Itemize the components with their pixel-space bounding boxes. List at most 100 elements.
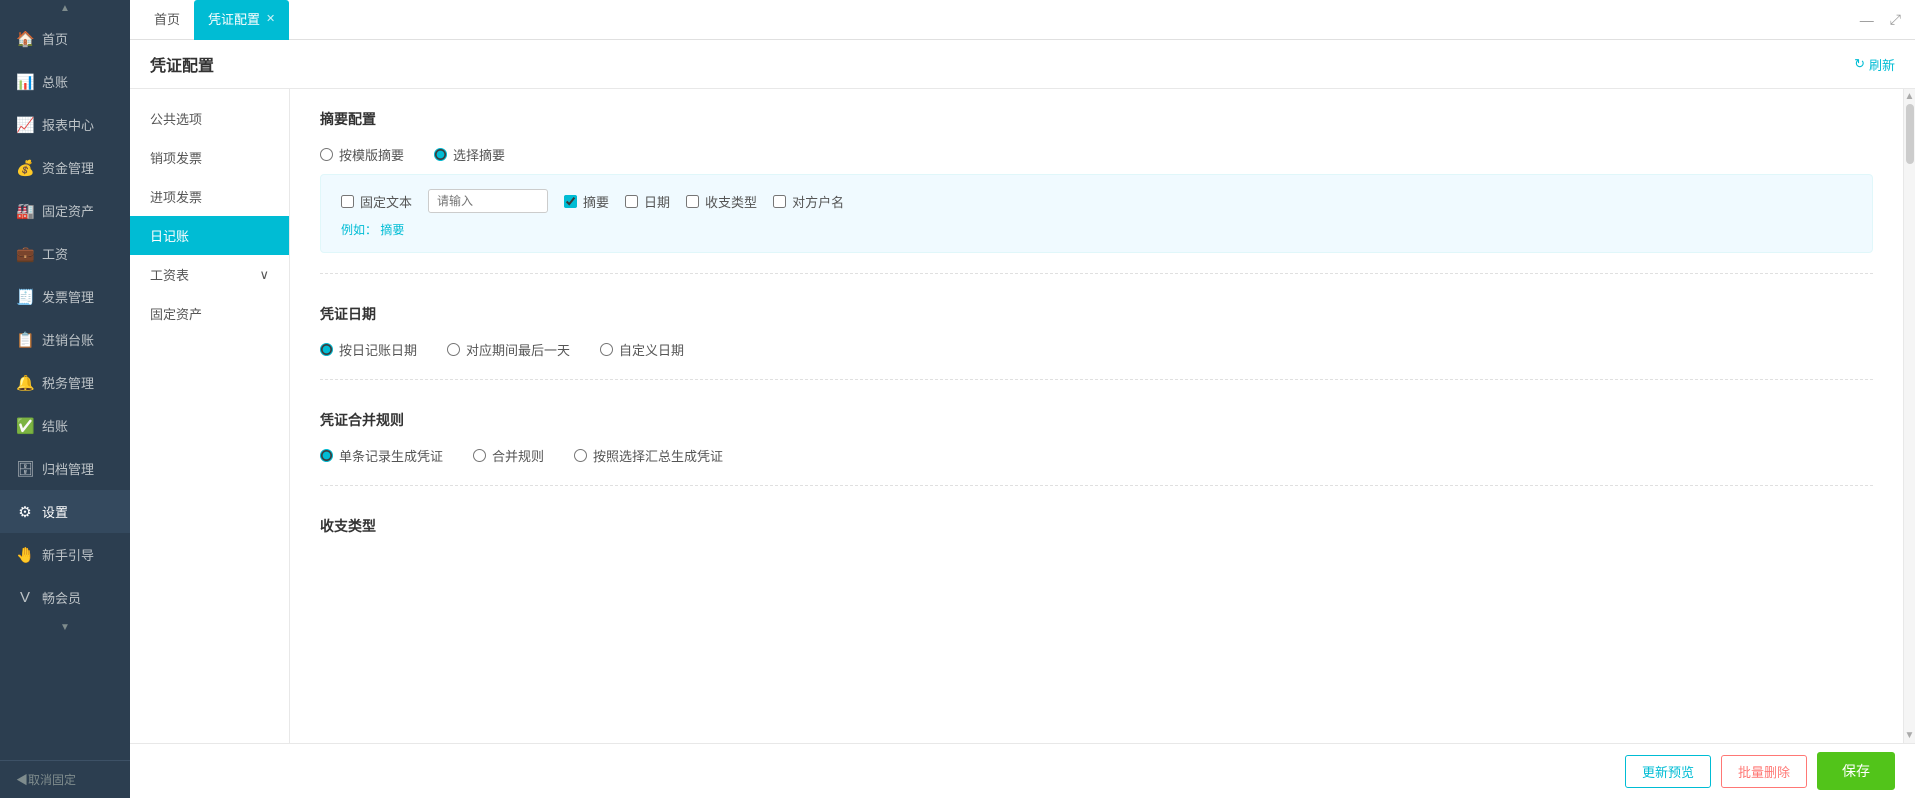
left-nav-purchase-label: 进项发票 [150,187,202,206]
sidebar-item-label: 工资 [42,244,68,263]
tab-voucher-config[interactable]: 凭证配置 ✕ [194,0,289,40]
scrollbar-thumb[interactable] [1906,104,1914,164]
single-record-radio[interactable] [320,449,333,462]
template-summary-radio[interactable] [320,148,333,161]
sidebar-item-member[interactable]: V 畅会员 [0,576,130,619]
sidebar: ▲ 🏠 首页 📊 总账 📈 报表中心 💰 资金管理 🏭 固定资产 💼 工资 🧾 … [0,0,130,798]
tab-bar: 首页 凭证配置 ✕ — ⤢ [130,0,1915,40]
summary-radio-group: 按模版摘要 选择摘要 [320,145,1873,164]
scroll-down-btn[interactable]: ▼ [1904,730,1915,743]
refresh-label: 刷新 [1869,55,1895,74]
assets-icon: 🏭 [16,202,34,220]
example-value: 摘要 [380,223,404,237]
merge-rule-radio[interactable] [473,449,486,462]
custom-date-radio[interactable] [600,343,613,356]
sidebar-scroll-down[interactable]: ▼ [0,619,130,636]
voucher-date-radio-group: 按日记账日期 对应期间最后一天 自定义日期 [320,340,1873,359]
sidebar-item-tax[interactable]: 🔔 税务管理 [0,361,130,404]
sidebar-item-label: 固定资产 [42,201,94,220]
income-type-checkbox-option[interactable]: 收支类型 [686,192,757,211]
sidebar-item-invoice-mgmt[interactable]: 🧾 发票管理 [0,275,130,318]
select-summary-radio[interactable] [434,148,447,161]
fixed-text-input[interactable] [428,189,548,213]
counterpart-checkbox-option[interactable]: 对方户名 [773,192,844,211]
income-type-title: 收支类型 [320,516,1873,536]
bottom-bar: 更新预览 批量删除 保存 [130,743,1915,798]
archive-icon: 🗄 [16,460,34,478]
ledger-icon: 📊 [16,73,34,91]
left-nav-sales-invoice[interactable]: 销项发票 [130,138,289,177]
summary-example: 例如： 摘要 [341,221,1852,238]
custom-date-option[interactable]: 自定义日期 [600,340,684,359]
tab-close-icon[interactable]: ✕ [266,12,275,25]
sidebar-item-ledger[interactable]: 📊 总账 [0,60,130,103]
select-merge-label: 按照选择汇总生成凭证 [593,446,723,465]
fixed-text-checkbox[interactable] [341,195,354,208]
summary-checkbox-option[interactable]: 摘要 [564,192,609,211]
sidebar-item-salary[interactable]: 💼 工资 [0,232,130,275]
batch-delete-button[interactable]: 批量删除 [1721,755,1807,788]
date-checkbox[interactable] [625,195,638,208]
sidebar-item-home[interactable]: 🏠 首页 [0,17,130,60]
refresh-button[interactable]: ↻ 刷新 [1854,55,1895,74]
sidebar-item-label: 总账 [42,72,68,91]
single-record-option[interactable]: 单条记录生成凭证 [320,446,443,465]
tab-minimize-button[interactable]: — [1856,10,1878,30]
last-day-option[interactable]: 对应期间最后一天 [447,340,570,359]
tax-icon: 🔔 [16,374,34,392]
left-nav-public[interactable]: 公共选项 [130,99,289,138]
page-title: 凭证配置 [150,52,214,76]
sidebar-item-assets[interactable]: 🏭 固定资产 [0,189,130,232]
merge-rule-option[interactable]: 合并规则 [473,446,544,465]
sidebar-item-funds[interactable]: 💰 资金管理 [0,146,130,189]
sidebar-item-inout[interactable]: 📋 进销台账 [0,318,130,361]
last-day-radio[interactable] [447,343,460,356]
sidebar-unpin-button[interactable]: ◀取消固定 [0,760,130,798]
sidebar-item-label: 设置 [42,502,68,521]
select-merge-option[interactable]: 按照选择汇总生成凭证 [574,446,723,465]
tab-home[interactable]: 首页 [140,0,194,40]
select-merge-radio[interactable] [574,449,587,462]
summary-config-section: 摘要配置 按模版摘要 选择摘要 固定文本 [320,109,1873,274]
save-button[interactable]: 保存 [1817,752,1895,790]
funds-icon: 💰 [16,159,34,177]
sidebar-scroll-up[interactable]: ▲ [0,0,130,17]
summary-checkbox-row: 固定文本 摘要 日期 收支类型 [341,189,1852,213]
invoice-icon: 🧾 [16,288,34,306]
left-nav-fixed-assets-label: 固定资产 [150,304,202,323]
left-nav-fixed-assets[interactable]: 固定资产 [130,294,289,333]
left-nav-journal[interactable]: 日记账 [130,216,289,255]
sidebar-item-label: 首页 [42,29,68,48]
template-summary-label: 按模版摘要 [339,145,404,164]
tab-maximize-button[interactable]: ⤢ [1886,9,1905,30]
journal-date-radio[interactable] [320,343,333,356]
content-area: 公共选项 销项发票 进项发票 日记账 工资表 ∨ 固定资产 摘要配置 [130,89,1915,743]
sidebar-item-settings[interactable]: ⚙ 设置 [0,490,130,533]
sidebar-item-settle[interactable]: ✅ 结账 [0,404,130,447]
page-header: 凭证配置 ↻ 刷新 [130,40,1915,89]
date-checkbox-option[interactable]: 日期 [625,192,670,211]
sidebar-item-label: 发票管理 [42,287,94,306]
left-nav-purchase-invoice[interactable]: 进项发票 [130,177,289,216]
summary-checkbox[interactable] [564,195,577,208]
custom-date-label: 自定义日期 [619,340,684,359]
scrollbar-track: ▲ ▼ [1903,89,1915,743]
counterpart-checkbox[interactable] [773,195,786,208]
fixed-text-option[interactable]: 固定文本 [341,192,412,211]
left-nav-public-label: 公共选项 [150,109,202,128]
journal-date-option[interactable]: 按日记账日期 [320,340,417,359]
sidebar-item-guide[interactable]: 🤚 新手引导 [0,533,130,576]
select-summary-option[interactable]: 选择摘要 [434,145,505,164]
scroll-up-btn[interactable]: ▲ [1904,89,1915,102]
tab-actions: — ⤢ [1856,9,1905,30]
left-nav-payroll[interactable]: 工资表 ∨ [130,255,289,294]
update-preview-button[interactable]: 更新预览 [1625,755,1711,788]
income-type-checkbox[interactable] [686,195,699,208]
template-summary-option[interactable]: 按模版摘要 [320,145,404,164]
sidebar-item-archive[interactable]: 🗄 归档管理 [0,447,130,490]
salary-icon: 💼 [16,245,34,263]
sidebar-item-label: 资金管理 [42,158,94,177]
sidebar-item-reports[interactable]: 📈 报表中心 [0,103,130,146]
left-nav-journal-label: 日记账 [150,226,189,245]
counterpart-checkbox-label: 对方户名 [792,192,844,211]
